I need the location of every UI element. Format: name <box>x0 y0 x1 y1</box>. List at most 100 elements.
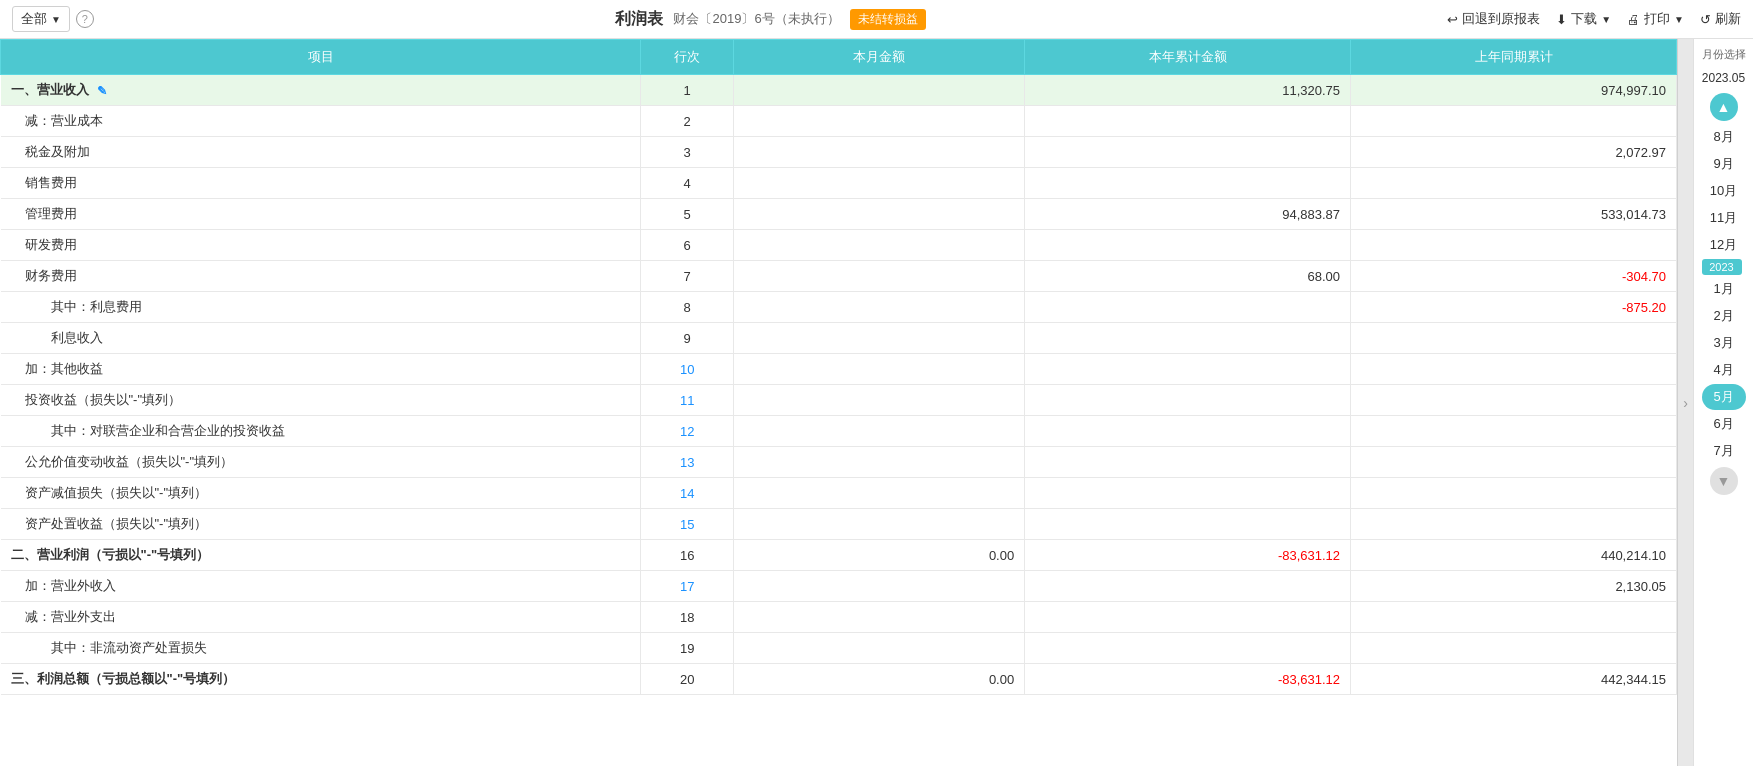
cell-prev-year: 2,072.97 <box>1351 137 1677 168</box>
refresh-button[interactable]: ↺ 刷新 <box>1700 10 1741 28</box>
month-item[interactable]: 10月 <box>1702 178 1746 204</box>
back-to-original-button[interactable]: ↩ 回退到原报表 <box>1447 10 1540 28</box>
cell-prev-year: 442,344.15 <box>1351 664 1677 695</box>
cell-item: 税金及附加 <box>1 137 641 168</box>
table-row: 资产减值损失（损失以"-"填列）14 <box>1 478 1677 509</box>
header-prev-year: 上年同期累计 <box>1351 40 1677 75</box>
month-item[interactable]: 6月 <box>1702 411 1746 437</box>
month-item[interactable]: 4月 <box>1702 357 1746 383</box>
cell-prev-year <box>1351 385 1677 416</box>
month-item[interactable]: 11月 <box>1702 205 1746 231</box>
cell-current-month <box>734 416 1025 447</box>
cell-prev-year <box>1351 323 1677 354</box>
table-row: 三、利润总额（亏损总额以"-"号填列）200.00-83,631.12442,3… <box>1 664 1677 695</box>
cell-row-num[interactable]: 10 <box>641 354 734 385</box>
table-row: 财务费用768.00-304.70 <box>1 261 1677 292</box>
cell-ytd <box>1025 292 1351 323</box>
cell-item: 资产处置收益（损失以"-"填列） <box>1 509 641 540</box>
table-row: 投资收益（损失以"-"填列）11 <box>1 385 1677 416</box>
cell-row-num: 20 <box>641 664 734 695</box>
download-button[interactable]: ⬇ 下载 ▼ <box>1556 10 1611 28</box>
cell-item: 销售费用 <box>1 168 641 199</box>
cell-prev-year: -304.70 <box>1351 261 1677 292</box>
cell-item: 加：营业外收入 <box>1 571 641 602</box>
cell-item: 其中：非流动资产处置损失 <box>1 633 641 664</box>
cell-current-month <box>734 447 1025 478</box>
cell-item: 管理费用 <box>1 199 641 230</box>
table-row: 其中：对联营企业和合营企业的投资收益12 <box>1 416 1677 447</box>
month-item[interactable]: 5月 <box>1702 384 1746 410</box>
cell-prev-year <box>1351 416 1677 447</box>
cell-prev-year <box>1351 509 1677 540</box>
cell-prev-year: 440,214.10 <box>1351 540 1677 571</box>
cell-current-month <box>734 168 1025 199</box>
download-arrow-icon: ▼ <box>1601 14 1611 25</box>
month-nav-down[interactable]: ▼ <box>1710 467 1738 495</box>
status-badge: 未结转损益 <box>850 9 926 30</box>
cell-item: 公允价值变动收益（损失以"-"填列） <box>1 447 641 478</box>
cell-row-num[interactable]: 12 <box>641 416 734 447</box>
month-item[interactable]: 9月 <box>1702 151 1746 177</box>
cell-ytd <box>1025 416 1351 447</box>
cell-ytd <box>1025 354 1351 385</box>
refresh-icon: ↺ <box>1700 12 1711 27</box>
help-icon[interactable]: ? <box>76 10 94 28</box>
cell-prev-year <box>1351 633 1677 664</box>
cell-prev-year: 2,130.05 <box>1351 571 1677 602</box>
month-nav-up[interactable]: ▲ <box>1710 93 1738 121</box>
cell-item: 三、利润总额（亏损总额以"-"号填列） <box>1 664 641 695</box>
cell-ytd <box>1025 602 1351 633</box>
report-subtitle: 财会〔2019〕6号（未执行） <box>673 10 839 28</box>
cell-prev-year <box>1351 354 1677 385</box>
cell-ytd <box>1025 478 1351 509</box>
cell-item: 资产减值损失（损失以"-"填列） <box>1 478 641 509</box>
print-button[interactable]: 🖨 打印 ▼ <box>1627 10 1684 28</box>
cell-item: 减：营业成本 <box>1 106 641 137</box>
cell-row-num[interactable]: 17 <box>641 571 734 602</box>
table-row: 利息收入9 <box>1 323 1677 354</box>
cell-item: 其中：对联营企业和合营企业的投资收益 <box>1 416 641 447</box>
cell-prev-year <box>1351 230 1677 261</box>
cell-prev-year <box>1351 478 1677 509</box>
action-buttons: ↩ 回退到原报表 ⬇ 下载 ▼ 🖨 打印 ▼ ↺ 刷新 <box>1447 10 1741 28</box>
month-item[interactable]: 12月 <box>1702 232 1746 258</box>
month-item[interactable]: 1月 <box>1702 276 1746 302</box>
print-icon: 🖨 <box>1627 12 1640 27</box>
cell-prev-year: 974,997.10 <box>1351 75 1677 106</box>
cell-prev-year: -875.20 <box>1351 292 1677 323</box>
cell-ytd <box>1025 230 1351 261</box>
edit-icon[interactable]: ✎ <box>97 84 107 98</box>
cell-ytd: -83,631.12 <box>1025 664 1351 695</box>
cell-row-num[interactable]: 13 <box>641 447 734 478</box>
table-row: 其中：非流动资产处置损失19 <box>1 633 1677 664</box>
cell-current-month <box>734 137 1025 168</box>
cell-row-num: 8 <box>641 292 734 323</box>
cell-item: 二、营业利润（亏损以"-"号填列） <box>1 540 641 571</box>
cell-item: 减：营业外支出 <box>1 602 641 633</box>
cell-row-num[interactable]: 15 <box>641 509 734 540</box>
header-current-month: 本月金额 <box>734 40 1025 75</box>
table-row: 销售费用4 <box>1 168 1677 199</box>
month-item[interactable]: 8月 <box>1702 124 1746 150</box>
cell-row-num: 18 <box>641 602 734 633</box>
cell-current-month <box>734 261 1025 292</box>
month-item[interactable]: 7月 <box>1702 438 1746 464</box>
cell-row-num: 19 <box>641 633 734 664</box>
year-badge[interactable]: 2023 <box>1702 259 1742 275</box>
month-item[interactable]: 3月 <box>1702 330 1746 356</box>
table-row: 管理费用594,883.87533,014.73 <box>1 199 1677 230</box>
cell-current-month: 0.00 <box>734 540 1025 571</box>
dropdown-arrow-icon: ▼ <box>51 14 61 25</box>
cell-row-num[interactable]: 11 <box>641 385 734 416</box>
cell-current-month <box>734 509 1025 540</box>
cell-current-month <box>734 602 1025 633</box>
sidebar-toggle[interactable]: › <box>1677 39 1693 766</box>
cell-row-num[interactable]: 14 <box>641 478 734 509</box>
cell-item: 加：其他收益 <box>1 354 641 385</box>
cell-current-month <box>734 571 1025 602</box>
cell-ytd <box>1025 447 1351 478</box>
month-item[interactable]: 2月 <box>1702 303 1746 329</box>
cell-current-month <box>734 75 1025 106</box>
cell-row-num: 9 <box>641 323 734 354</box>
scope-dropdown[interactable]: 全部 ▼ <box>12 6 70 32</box>
